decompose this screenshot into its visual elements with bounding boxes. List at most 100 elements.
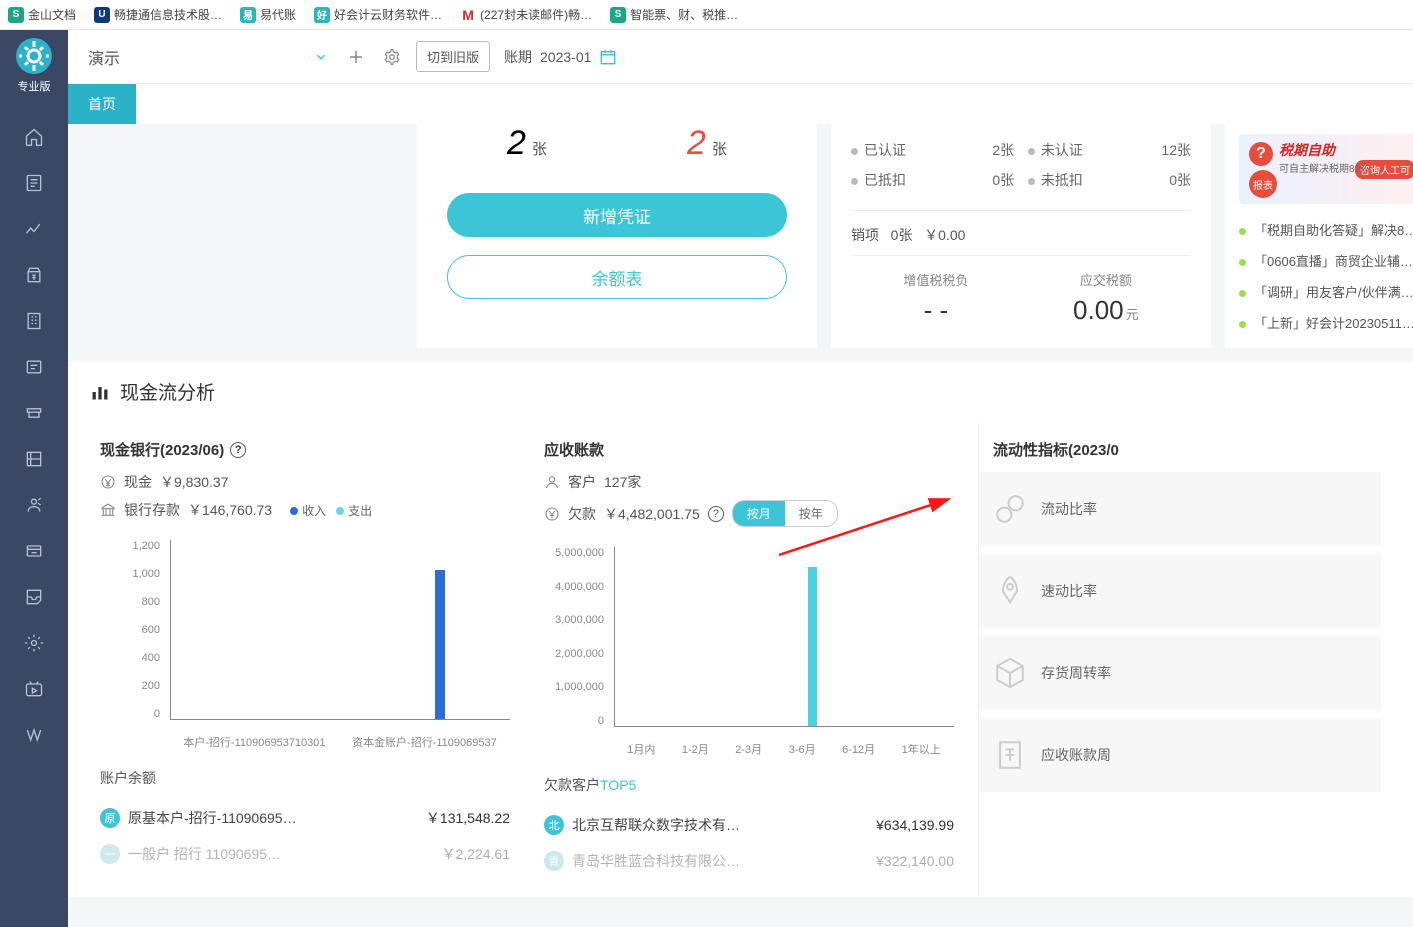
site-icon: 易 [240,7,256,23]
top-customer-row[interactable]: 青青岛华胜蓝合科技有限公…¥322,140.00 [544,843,954,879]
ratio-icon [993,492,1027,526]
kv-value: 2张 [992,140,1014,160]
site-icon: U [94,7,110,23]
period-selector: 账期 2023-01 [504,47,617,67]
nav-settings[interactable] [0,620,68,666]
voucher-card: 2张 2张 新增凭证 余额表 [417,124,817,348]
bookmark-item[interactable]: U畅捷通信息技术股… [94,6,222,23]
account-balance-title: 账户余额 [100,768,510,788]
period-toggle: 按月按年 [732,500,838,527]
tax-card: 已认证2张 已抵扣0张 未认证12张 未抵扣0张 销项 0张 ￥0.00 增值税… [831,124,1211,348]
sale-label: 销项 [851,227,879,243]
tab-home[interactable]: 首页 [68,84,136,124]
top-toolbar: 演示 切到旧版 账期 2023-01 [68,30,1413,84]
chart-bar [808,567,817,726]
liquidity-panel: 流动性指标(2023/0 流动比率 速动比率 存货周转率 应收账款周 [978,421,1391,897]
box-icon [993,656,1027,690]
bookmark-item[interactable]: 易易代账 [240,6,296,23]
top-customer-row[interactable]: 北北京互帮联众数字技术有…¥634,139.99 [544,807,954,843]
balance-sheet-button[interactable]: 余额表 [447,255,787,299]
toggle-year[interactable]: 按年 [785,501,837,526]
calendar-icon[interactable] [599,48,617,66]
nav-voucher[interactable] [0,160,68,206]
customer-badge: 北 [544,815,564,835]
tax-burden-value: - - [903,295,968,326]
liquidity-item[interactable]: 速动比率 [979,554,1381,628]
account-badge: 一 [100,844,120,864]
liquidity-item[interactable]: 应收账款周 [979,718,1381,792]
liquidity-item[interactable]: 流动比率 [979,472,1381,546]
cash-label: 现金 [124,472,152,492]
account-row[interactable]: 一一般户 招行 11090695…￥2,224.61 [100,836,510,872]
news-item[interactable]: 「调研」用友客户/伙伴满意度 [1239,276,1413,307]
nav-home[interactable] [0,114,68,160]
settings-button[interactable] [374,39,410,75]
new-voucher-button[interactable]: 新增凭证 [447,193,787,237]
bookmark-item[interactable]: 好好会计云财务软件… [314,6,442,23]
period-value: 2023-01 [540,49,591,65]
account-dropdown[interactable]: 演示 [78,30,338,83]
top5-title: 欠款客户TOP5 [544,775,954,795]
old-version-button[interactable]: 切到旧版 [416,41,490,72]
panel-title: 现金银行(2023/06) [100,439,224,460]
logo[interactable]: 专业版 [16,38,52,94]
kv-label: 已抵扣 [851,170,906,190]
nav-money[interactable] [0,252,68,298]
left-sidebar: 专业版 [0,30,68,927]
news-item[interactable]: 「税期自助化答疑」解决80% [1239,214,1413,245]
nav-vip[interactable] [0,712,68,758]
nav-inbox[interactable] [0,574,68,620]
debt-icon [544,506,560,522]
kv-label: 已认证 [851,140,906,160]
help-icon[interactable]: ? [708,506,724,522]
rocket-icon [993,574,1027,608]
add-button[interactable] [338,39,374,75]
kv-label: 未认证 [1028,140,1083,160]
bookmark-item[interactable]: S金山文档 [8,6,76,23]
kv-label: 未抵扣 [1028,170,1083,190]
yen-icon [100,474,116,490]
period-label: 账期 [504,47,532,67]
nav-archive[interactable] [0,436,68,482]
nav-salary[interactable] [0,482,68,528]
news-item[interactable]: 「上新」好会计20230511迭代 [1239,307,1413,338]
cash-value: ￥9,830.37 [160,472,229,492]
owe-label: 欠款 [568,504,596,524]
news-list: 「税期自助化答疑」解决80% 「0606直播」商贸企业辅助核 「调研」用友客户/… [1239,214,1413,338]
tax-payable-unit: 元 [1126,307,1139,322]
cash-chart: 1,2001,0008006004002000 本户-招行-1109069537… [100,540,510,750]
page-tabs: 首页 [68,84,1413,124]
customer-badge: 青 [544,851,564,871]
help-icon[interactable]: ? [230,442,246,458]
bank-label: 银行存款 [124,500,180,520]
nav-inventory[interactable] [0,528,68,574]
sale-amount: ￥0.00 [924,227,965,243]
nav-asset[interactable] [0,390,68,436]
nav-video[interactable] [0,666,68,712]
liquidity-item[interactable]: 存货周转率 [979,636,1381,710]
site-icon: S [8,7,24,23]
account-row[interactable]: 原原基本户-招行-11090695…￥131,548.22 [100,800,510,836]
kv-value: 0张 [1169,170,1191,190]
news-item[interactable]: 「0606直播」商贸企业辅助核 [1239,245,1413,276]
section-title: 现金流分析 [68,362,1413,421]
kv-value: 12张 [1161,140,1191,160]
nav-tax[interactable] [0,344,68,390]
nav-report[interactable] [0,206,68,252]
panel-title: 流动性指标(2023/0 [993,439,1119,460]
question-icon: ? [1249,142,1273,166]
badge-icon: 报表 [1249,170,1277,198]
bank-value: ￥146,760.73 [188,500,272,520]
bookmark-item[interactable]: S智能票、财、税推… [610,6,738,23]
mail-icon: M [460,7,476,23]
owe-value: ￥4,482,001.75 [604,504,700,524]
promo-banner[interactable]: ? 税期自助 可自主解决税期80% 报表 咨询人工可 [1239,134,1413,204]
bookmark-item[interactable]: M(227封未读邮件)畅… [460,6,592,23]
voucher-count-1: 2张 [507,124,547,163]
tax-payable-value: 0.00 [1073,295,1124,325]
panel-title: 应收账款 [544,439,604,460]
nav-building[interactable] [0,298,68,344]
toggle-month[interactable]: 按月 [733,501,785,526]
receivable-chart: 5,000,0004,000,0003,000,0002,000,0001,00… [544,547,954,757]
bar-chart-icon [90,382,110,402]
